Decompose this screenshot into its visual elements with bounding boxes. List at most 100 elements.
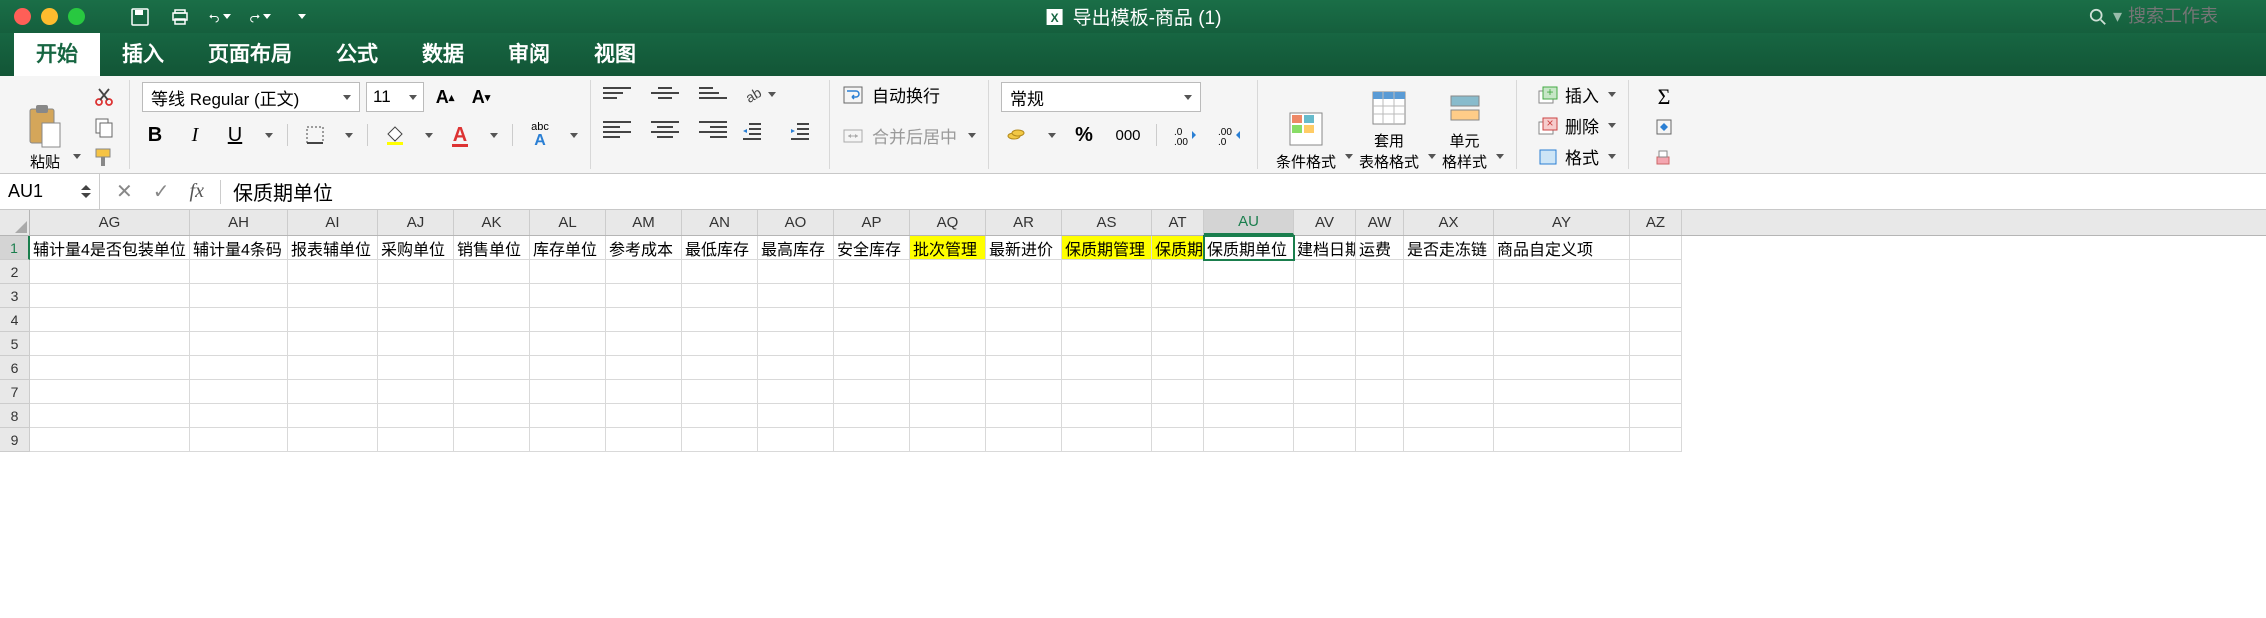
cell-AG3[interactable] (30, 284, 190, 308)
cell-AJ2[interactable] (378, 260, 454, 284)
cell-AQ3[interactable] (910, 284, 986, 308)
cell-AI2[interactable] (288, 260, 378, 284)
column-header-AS[interactable]: AS (1062, 210, 1152, 235)
font-color-button[interactable]: A (447, 122, 473, 148)
cell-AO4[interactable] (758, 308, 834, 332)
cell-AL3[interactable] (530, 284, 606, 308)
cell-AG6[interactable] (30, 356, 190, 380)
cell-AX1[interactable]: 是否走冻链 (1404, 236, 1494, 260)
column-header-AX[interactable]: AX (1404, 210, 1494, 235)
cell-AG1[interactable]: 辅计量4是否包装单位 (30, 236, 190, 260)
column-header-AU[interactable]: AU (1204, 210, 1294, 235)
cell-AJ4[interactable] (378, 308, 454, 332)
cell-AV6[interactable] (1294, 356, 1356, 380)
cell-AM7[interactable] (606, 380, 682, 404)
cell-AK8[interactable] (454, 404, 530, 428)
cell-AS8[interactable] (1062, 404, 1152, 428)
row-header-8[interactable]: 8 (0, 404, 30, 428)
cell-AS5[interactable] (1062, 332, 1152, 356)
number-format-select[interactable]: 常规 (1001, 82, 1201, 112)
cell-AV5[interactable] (1294, 332, 1356, 356)
tab-data[interactable]: 数据 (400, 30, 486, 76)
cell-AM1[interactable]: 参考成本 (606, 236, 682, 260)
row-header-1[interactable]: 1 (0, 236, 30, 260)
spreadsheet-grid[interactable]: AGAHAIAJAKALAMANAOAPAQARASATAUAVAWAXAYAZ… (0, 210, 2266, 452)
cell-AO2[interactable] (758, 260, 834, 284)
phonetic-dropdown[interactable] (570, 133, 578, 138)
cell-AQ6[interactable] (910, 356, 986, 380)
cell-AO9[interactable] (758, 428, 834, 452)
cell-AI6[interactable] (288, 356, 378, 380)
minimize-window-button[interactable] (41, 8, 58, 25)
fx-icon[interactable]: fx (190, 180, 204, 203)
phonetic-button[interactable]: abcA (527, 122, 553, 148)
cell-AS1[interactable]: 保质期管理 (1062, 236, 1152, 260)
border-button[interactable] (302, 122, 328, 148)
cell-AV2[interactable] (1294, 260, 1356, 284)
cell-AU3[interactable] (1204, 284, 1294, 308)
paste-button[interactable]: 粘贴 (20, 82, 70, 172)
cell-AH5[interactable] (190, 332, 288, 356)
cell-AZ4[interactable] (1630, 308, 1682, 332)
cell-AV7[interactable] (1294, 380, 1356, 404)
cell-AK1[interactable]: 销售单位 (454, 236, 530, 260)
cell-AH7[interactable] (190, 380, 288, 404)
search-input[interactable] (2128, 6, 2248, 27)
cell-AT9[interactable] (1152, 428, 1204, 452)
cell-AK2[interactable] (454, 260, 530, 284)
format-as-table-button[interactable]: 套用 表格格式 (1353, 82, 1425, 172)
cell-AL9[interactable] (530, 428, 606, 452)
cell-AO6[interactable] (758, 356, 834, 380)
cond-fmt-dropdown[interactable] (1345, 154, 1353, 159)
cell-AK5[interactable] (454, 332, 530, 356)
cell-AR9[interactable] (986, 428, 1062, 452)
row-header-4[interactable]: 4 (0, 308, 30, 332)
align-right-icon[interactable] (699, 118, 727, 140)
format-painter-icon[interactable] (91, 144, 117, 170)
cell-styles-button[interactable]: 单元 格样式 (1436, 82, 1493, 172)
cell-AS4[interactable] (1062, 308, 1152, 332)
cell-AO5[interactable] (758, 332, 834, 356)
cell-AZ3[interactable] (1630, 284, 1682, 308)
name-box[interactable]: AU1 (0, 174, 100, 209)
tab-view[interactable]: 视图 (572, 30, 658, 76)
cell-AX5[interactable] (1404, 332, 1494, 356)
cell-AS9[interactable] (1062, 428, 1152, 452)
cell-AP9[interactable] (834, 428, 910, 452)
cell-AP3[interactable] (834, 284, 910, 308)
column-header-AG[interactable]: AG (30, 210, 190, 235)
font-size-select[interactable]: 11 (366, 82, 424, 112)
copy-icon[interactable] (91, 114, 117, 140)
column-header-AL[interactable]: AL (530, 210, 606, 235)
cell-AU2[interactable] (1204, 260, 1294, 284)
cell-AV3[interactable] (1294, 284, 1356, 308)
cell-AO7[interactable] (758, 380, 834, 404)
cell-AH1[interactable]: 辅计量4条码 (190, 236, 288, 260)
cell-AU8[interactable] (1204, 404, 1294, 428)
column-header-AN[interactable]: AN (682, 210, 758, 235)
cell-AU4[interactable] (1204, 308, 1294, 332)
cell-AW9[interactable] (1356, 428, 1404, 452)
cell-AK7[interactable] (454, 380, 530, 404)
column-header-AH[interactable]: AH (190, 210, 288, 235)
cell-AT4[interactable] (1152, 308, 1204, 332)
cell-AR4[interactable] (986, 308, 1062, 332)
font-name-select[interactable]: 等线 Regular (正文) (142, 82, 360, 112)
cell-AV8[interactable] (1294, 404, 1356, 428)
cell-AV4[interactable] (1294, 308, 1356, 332)
cell-AR7[interactable] (986, 380, 1062, 404)
merge-center-button[interactable]: 合并后居中 (842, 123, 976, 148)
confirm-formula-icon[interactable]: ✓ (153, 179, 170, 204)
cell-AW8[interactable] (1356, 404, 1404, 428)
cell-AY6[interactable] (1494, 356, 1630, 380)
cell-AS7[interactable] (1062, 380, 1152, 404)
cell-AJ9[interactable] (378, 428, 454, 452)
cell-AQ8[interactable] (910, 404, 986, 428)
cell-AR2[interactable] (986, 260, 1062, 284)
cell-AI1[interactable]: 报表辅单位 (288, 236, 378, 260)
cell-AW2[interactable] (1356, 260, 1404, 284)
cell-AL4[interactable] (530, 308, 606, 332)
cell-AH2[interactable] (190, 260, 288, 284)
cell-AW3[interactable] (1356, 284, 1404, 308)
paste-dropdown[interactable] (73, 154, 81, 159)
